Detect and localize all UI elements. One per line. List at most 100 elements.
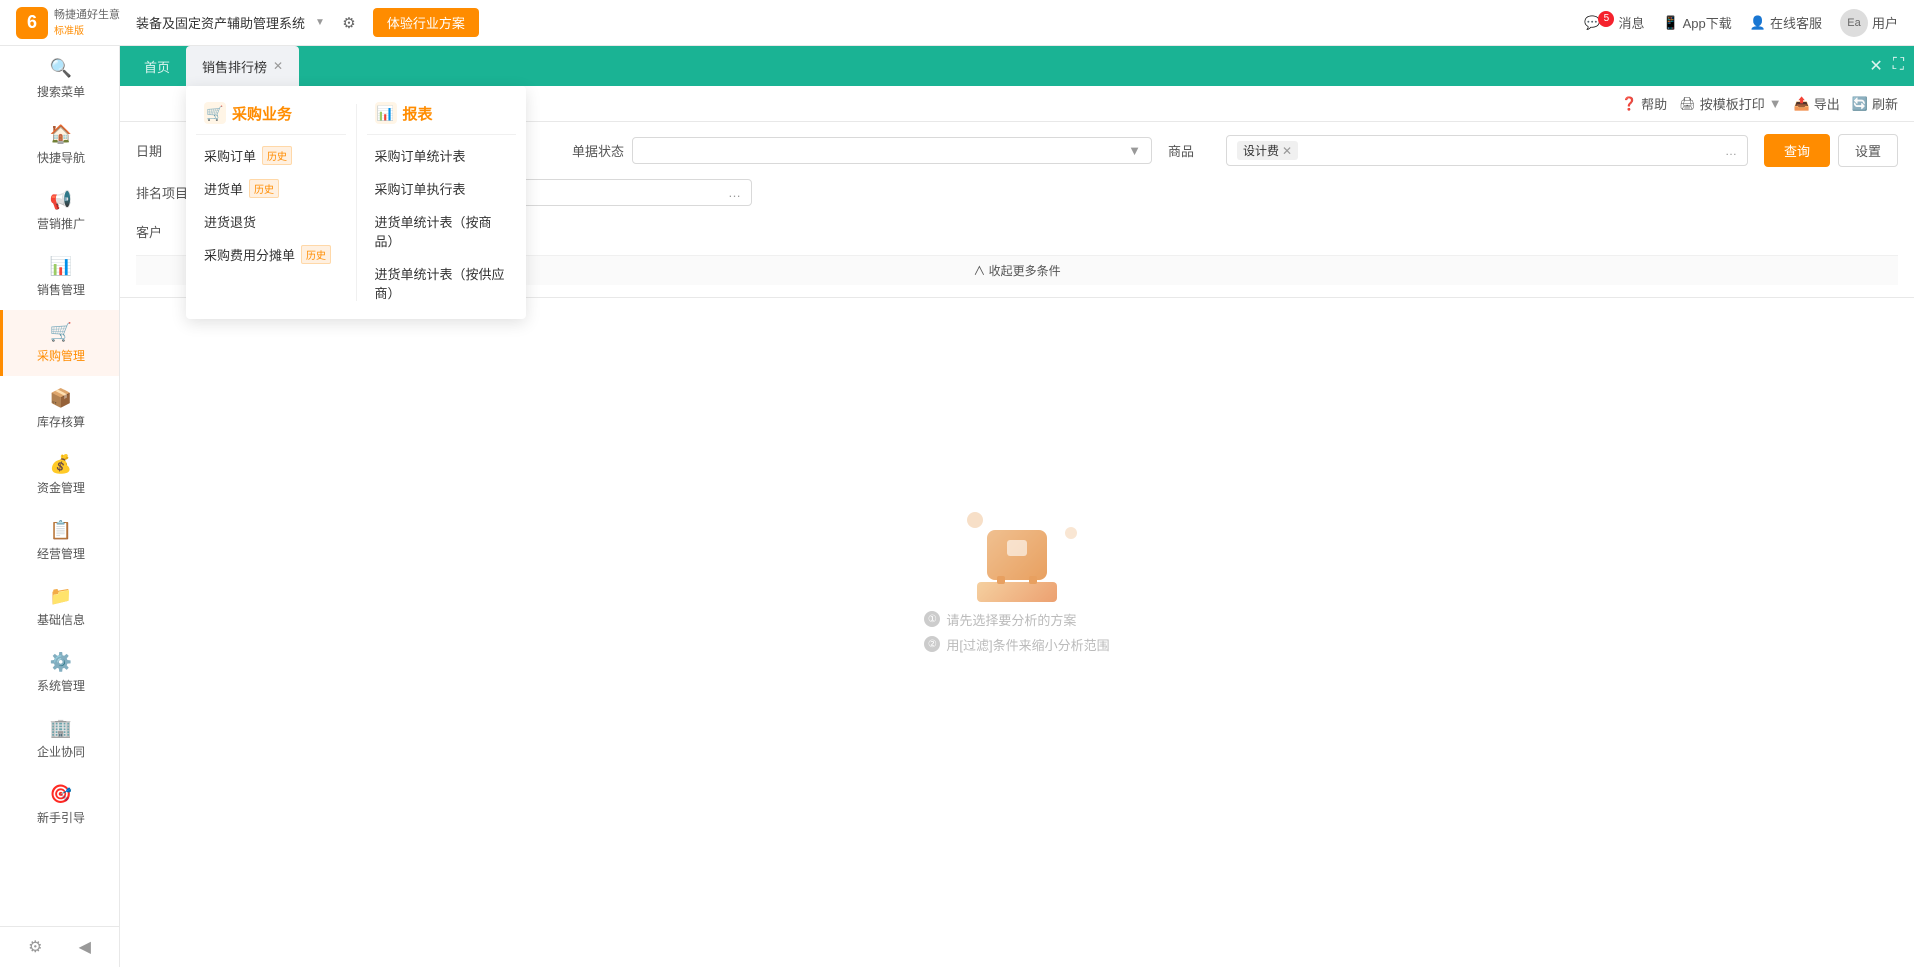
sidebar-label-fund: 资金管理 — [37, 479, 85, 496]
industry-btn[interactable]: 体验行业方案 — [373, 8, 479, 37]
help-action[interactable]: ❓ 帮助 — [1621, 94, 1667, 113]
logo-name: 畅捷通好生意 — [54, 8, 120, 22]
tip-text-1: 请先选择要分析的方案 — [946, 610, 1076, 629]
system-title: 装备及固定资产辅助管理系统 — [136, 13, 305, 32]
settings-icon-btn[interactable]: ⚙ — [335, 9, 363, 37]
menu-purchase-order-stats[interactable]: 采购订单统计表 — [367, 139, 517, 172]
report-col: 📊 报表 采购订单统计表 采购订单执行表 进货单统计表（按商品） — [357, 96, 527, 309]
home-icon: 🏠 — [50, 124, 72, 145]
sidebar-item-enterprise[interactable]: 🏢 企业协同 — [0, 706, 119, 772]
purchase-col: 🛒 采购业务 采购订单 历史 进货单 历史 进货退货 — [186, 96, 356, 309]
sidebar-item-guide[interactable]: 🎯 新手引导 — [0, 772, 119, 838]
purchase-expense-label: 采购费用分摊单 — [204, 245, 295, 264]
empty-state: ① 请先选择要分析的方案 ② 用[过滤]条件来缩小分析范围 — [120, 298, 1914, 967]
sidebar-label-marketing: 营销推广 — [37, 215, 85, 232]
filter-actions: 查询 设置 — [1764, 134, 1898, 167]
tip-text-2: 用[过滤]条件来缩小分析范围 — [946, 635, 1109, 654]
message-label: 消息 — [1618, 13, 1644, 32]
refresh-label: 刷新 — [1872, 94, 1898, 113]
tab-maximize-icon[interactable]: ⛶ — [1891, 54, 1906, 78]
menu-purchase-order-exec[interactable]: 采购订单执行表 — [367, 172, 517, 205]
tab-sales-rank-label: 销售排行榜 — [202, 57, 267, 76]
print-action[interactable]: 🖨 按模板打印 ▼ — [1679, 94, 1781, 113]
sidebar-item-system[interactable]: ⚙️ 系统管理 — [0, 640, 119, 706]
tab-home[interactable]: 首页 — [128, 46, 186, 86]
sidebar-label-basic-info: 基础信息 — [37, 611, 85, 628]
sidebar-label-operations: 经营管理 — [37, 545, 85, 562]
purchase-col-label: 采购业务 — [232, 103, 292, 124]
sidebar-label-quick-nav: 快捷导航 — [37, 149, 85, 166]
sidebar-item-sales[interactable]: 📊 销售管理 — [0, 244, 119, 310]
content-area: 首页 销售排行榜 ✕ 🛒 采购业务 采购订单 历史 — [120, 46, 1914, 967]
menu-purchase-order[interactable]: 采购订单 历史 — [196, 139, 346, 172]
tip-dot-1: ① — [924, 611, 940, 627]
menu-incoming[interactable]: 进货单 历史 — [196, 172, 346, 205]
print-icon: 🖨 — [1679, 96, 1696, 112]
order-status-chevron: ▼ — [1128, 143, 1141, 158]
logo-badge: 标准版 — [54, 22, 120, 37]
purchase-order-stats-label: 采购订单统计表 — [375, 146, 466, 165]
purchase-icon: 🛒 — [50, 322, 72, 343]
service-icon: 👤 — [1750, 15, 1766, 31]
sidebar-item-operations[interactable]: 📋 经营管理 — [0, 508, 119, 574]
system-icon: ⚙️ — [50, 652, 72, 673]
refresh-icon: 🔄 — [1852, 96, 1868, 112]
tab-bar-actions: ✕ ⛶ — [1867, 54, 1906, 78]
setting-button[interactable]: 设置 — [1838, 134, 1898, 167]
tab-bar: 首页 销售排行榜 ✕ 🛒 采购业务 采购订单 历史 — [120, 46, 1914, 86]
customer-label: 客户 — [136, 222, 186, 241]
sidebar-item-search[interactable]: 🔍 搜索菜单 — [0, 46, 119, 112]
sidebar-label-system: 系统管理 — [37, 677, 85, 694]
sidebar-item-inventory[interactable]: 📦 库存核算 — [0, 376, 119, 442]
tab-home-label: 首页 — [144, 57, 170, 76]
top-header: 6 畅捷通好生意 标准版 装备及固定资产辅助管理系统 ▼ ⚙ 体验行业方案 💬 … — [0, 0, 1914, 46]
main-layout: 🔍 搜索菜单 🏠 快捷导航 📢 营销推广 📊 销售管理 🛒 采购管理 📦 库存核… — [0, 46, 1914, 967]
empty-illustration — [957, 512, 1077, 602]
sidebar-bottom: ⚙ ◀ — [0, 926, 119, 967]
salesman-select[interactable]: … — [510, 179, 752, 206]
user-action[interactable]: Ea 用户 — [1840, 9, 1898, 37]
sidebar-item-purchase[interactable]: 🛒 采购管理 — [0, 310, 119, 376]
menu-incoming-return[interactable]: 进货退货 — [196, 205, 346, 238]
tab-sales-rank[interactable]: 销售排行榜 ✕ 🛒 采购业务 采购订单 历史 — [186, 46, 299, 86]
goods-select[interactable]: 设计费 ✕ … — [1226, 135, 1748, 166]
sidebar-item-basic-info[interactable]: 📁 基础信息 — [0, 574, 119, 640]
sidebar-item-marketing[interactable]: 📢 营销推广 — [0, 178, 119, 244]
filter-goods: 商品 设计费 ✕ … — [1168, 135, 1748, 166]
sidebar-item-quick-nav[interactable]: 🏠 快捷导航 — [0, 112, 119, 178]
print-dropdown-icon[interactable]: ▼ — [1769, 96, 1782, 111]
sidebar: 🔍 搜索菜单 🏠 快捷导航 📢 营销推广 📊 销售管理 🛒 采购管理 📦 库存核… — [0, 46, 120, 967]
app-download-action[interactable]: 📱 App下载 — [1662, 13, 1731, 32]
empty-tips: ① 请先选择要分析的方案 ② 用[过滤]条件来缩小分析范围 — [924, 610, 1109, 654]
logo-icon: 6 — [16, 7, 48, 39]
sidebar-collapse-btn[interactable]: ◀ — [79, 937, 91, 957]
export-action[interactable]: 📤 导出 — [1794, 94, 1840, 113]
refresh-action[interactable]: 🔄 刷新 — [1852, 94, 1898, 113]
menu-purchase-expense[interactable]: 采购费用分摊单 历史 — [196, 238, 346, 271]
enterprise-icon: 🏢 — [50, 718, 72, 739]
online-service-action[interactable]: 👤 在线客服 — [1750, 13, 1822, 32]
query-button[interactable]: 查询 — [1764, 134, 1830, 167]
sidebar-settings-btn[interactable]: ⚙ — [28, 937, 42, 957]
operations-icon: 📋 — [50, 520, 72, 541]
collapse-icon: ∧ — [973, 264, 985, 278]
menu-incoming-stats-supplier[interactable]: 进货单统计表（按供应商） — [367, 257, 517, 309]
export-icon: 📤 — [1794, 96, 1810, 112]
tab-close-icon[interactable]: ✕ — [273, 59, 283, 73]
report-col-icon: 📊 — [375, 102, 397, 124]
user-avatar: Ea — [1840, 9, 1868, 37]
message-action[interactable]: 💬 5 消息 — [1584, 13, 1644, 32]
sidebar-label-inventory: 库存核算 — [37, 413, 85, 430]
purchase-col-icon: 🛒 — [204, 102, 226, 124]
order-status-select[interactable]: ▼ — [632, 137, 1152, 164]
goods-tag-remove[interactable]: ✕ — [1282, 144, 1292, 158]
menu-incoming-stats-goods[interactable]: 进货单统计表（按商品） — [367, 205, 517, 257]
sidebar-item-fund[interactable]: 💰 资金管理 — [0, 442, 119, 508]
sidebar-label-guide: 新手引导 — [37, 809, 85, 826]
tip-dot-2: ② — [924, 636, 940, 652]
tab-close-all-icon[interactable]: ✕ — [1867, 54, 1884, 78]
system-dropdown-arrow[interactable]: ▼ — [315, 17, 325, 28]
purchase-expense-history: 历史 — [301, 245, 331, 264]
marketing-icon: 📢 — [50, 190, 72, 211]
sales-icon: 📊 — [50, 256, 72, 277]
